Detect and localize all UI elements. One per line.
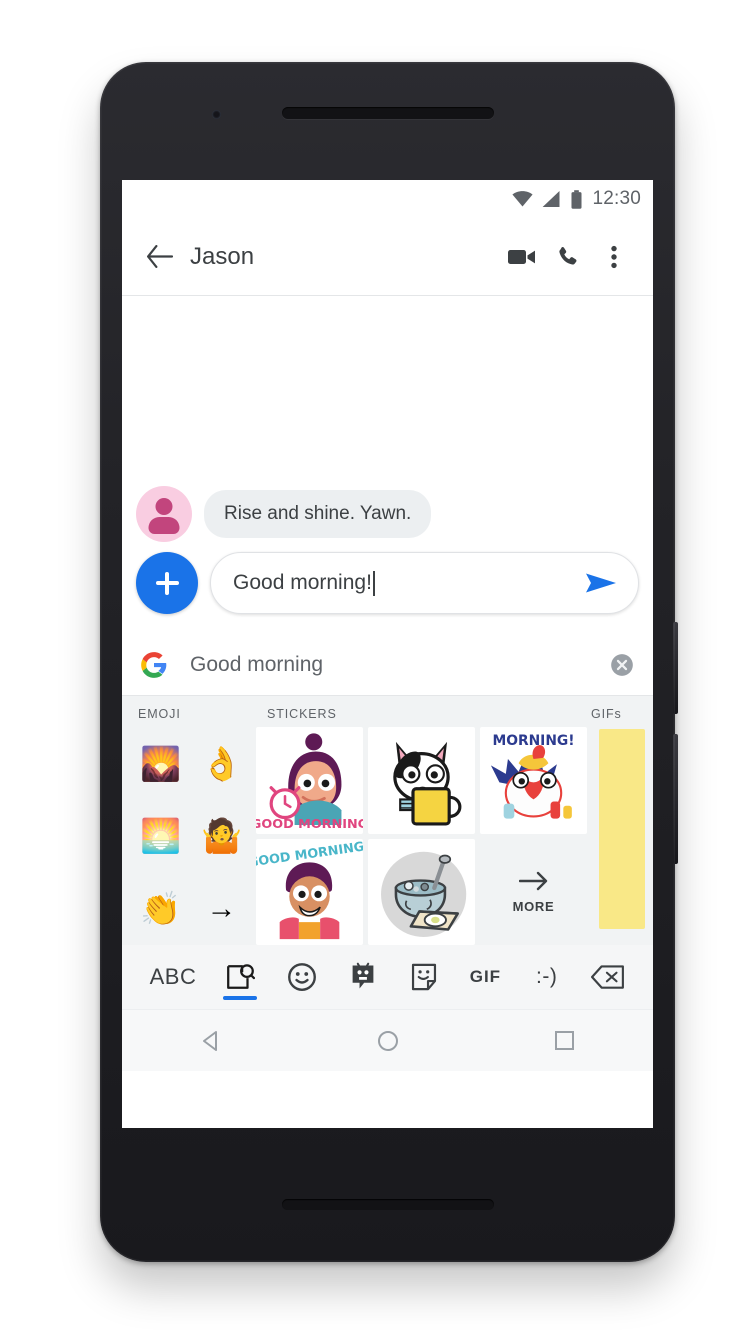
bitmoji-key[interactable] (338, 945, 388, 1009)
category-labels-row: EMOJI STICKERS GIFs (122, 696, 653, 727)
nav-home-button[interactable] (353, 1010, 423, 1072)
add-attachment-button[interactable] (136, 552, 198, 614)
backspace-key[interactable] (583, 945, 633, 1009)
google-search-bar[interactable]: Good morning (122, 634, 653, 696)
sunrise-over-mountains-emoji[interactable]: 🌄 (130, 727, 191, 800)
message-row-incoming: Rise and shine. Yawn. (122, 486, 653, 552)
overflow-menu-icon[interactable] (591, 234, 637, 280)
nav-recents-button[interactable] (530, 1010, 600, 1072)
category-label-stickers: STICKERS (267, 707, 337, 721)
message-bubble: Rise and shine. Yawn. (204, 490, 432, 538)
person-shrugging-emoji[interactable]: 🤷 (191, 800, 252, 873)
ok-hand-emoji[interactable]: 👌 (191, 727, 252, 800)
more-stickers-button[interactable]: MORE (480, 838, 587, 945)
text-caret (372, 570, 375, 596)
back-arrow-icon[interactable] (138, 236, 180, 278)
conversation-thread: Rise and shine. Yawn. Good morning! (122, 296, 653, 634)
cellular-signal-icon (542, 191, 561, 207)
emoji-results-column: 🌄 👌 🌅 🤷 👏 → (122, 727, 252, 945)
bottom-speaker-grille (281, 1199, 494, 1210)
status-bar: 12:30 (122, 180, 653, 218)
panel-results-row: 🌄 👌 🌅 🤷 👏 → GOOD MORNING MORNING! GOOD M… (122, 727, 653, 945)
sticker-rooster-morning[interactable]: MORNING! (480, 727, 587, 834)
gif-tile-yellow[interactable] (599, 729, 645, 929)
message-input-value: Good morning! (233, 571, 372, 594)
sticker-key[interactable] (399, 945, 449, 1009)
clapping-hands-emoji[interactable]: 👏 (130, 872, 191, 945)
google-g-logo-icon (140, 651, 168, 679)
message-composer: Good morning! (122, 552, 653, 628)
avatar-body (148, 517, 180, 534)
abc-key-label: ABC (149, 964, 197, 989)
sticker-search-panel: Good morning EMOJI STICKERS GIFs 🌄 👌 🌅 🤷… (122, 634, 653, 945)
svg-text:GOOD MORNING: GOOD MORNING (256, 817, 363, 832)
earpiece-speaker (281, 107, 494, 119)
avatar (136, 486, 192, 542)
phone-device-frame: 12:30 Jason Rise and shine. Yawn. Good m… (100, 62, 678, 1262)
recents-square-icon (555, 1031, 574, 1050)
emoticon-key[interactable]: :-) (522, 945, 572, 1009)
status-bar-time: 12:30 (592, 188, 641, 209)
wifi-icon (512, 191, 534, 207)
avatar-head (155, 498, 173, 515)
abc-key[interactable]: ABC (142, 945, 204, 1009)
search-query-text: Good morning (190, 652, 324, 676)
active-tab-indicator (223, 996, 258, 1000)
more-stickers-label: MORE (512, 898, 555, 914)
message-input[interactable]: Good morning! (210, 552, 639, 614)
nav-back-button[interactable] (176, 1010, 246, 1072)
gif-results-column (591, 727, 653, 945)
page-title: Jason (190, 242, 255, 270)
send-button[interactable] (580, 561, 624, 605)
svg-text:MORNING!: MORNING! (492, 733, 574, 749)
more-emoji-arrow-icon[interactable]: → (191, 872, 252, 945)
phone-call-icon[interactable] (545, 234, 591, 280)
home-circle-icon (377, 1030, 398, 1051)
category-label-emoji: EMOJI (138, 707, 181, 721)
video-call-icon[interactable] (499, 234, 545, 280)
gif-key-label: GIF (469, 967, 502, 986)
sticker-girl-alarm-clock[interactable]: GOOD MORNING (256, 727, 363, 834)
emoticon-key-label: :-) (536, 965, 558, 988)
sticker-breakfast-bowl-toast[interactable] (368, 838, 475, 945)
screenshot-stage: 12:30 Jason Rise and shine. Yawn. Good m… (0, 0, 750, 1340)
sticker-search-key[interactable] (215, 945, 265, 1009)
emoji-smiley-key[interactable] (277, 945, 327, 1009)
power-button[interactable] (673, 622, 678, 714)
android-nav-bar (122, 1009, 653, 1071)
gif-key[interactable]: GIF (460, 945, 510, 1009)
sunrise-emoji[interactable]: 🌅 (130, 800, 191, 873)
front-camera-icon (212, 110, 221, 119)
app-bar: Jason (122, 218, 653, 296)
phone-screen: 12:30 Jason Rise and shine. Yawn. Good m… (122, 180, 653, 1128)
category-label-gifs: GIFs (591, 707, 622, 721)
sticker-results-grid: GOOD MORNING MORNING! GOOD MORNING! MORE (252, 727, 591, 945)
sticker-dog-yellow-mug[interactable] (368, 727, 475, 834)
volume-button[interactable] (673, 734, 678, 864)
clear-icon[interactable] (605, 648, 639, 682)
keyboard-toolbar: ABC GIF:-) (122, 945, 653, 1009)
battery-icon (570, 189, 583, 209)
sticker-boy-waving[interactable]: GOOD MORNING! (256, 838, 363, 945)
